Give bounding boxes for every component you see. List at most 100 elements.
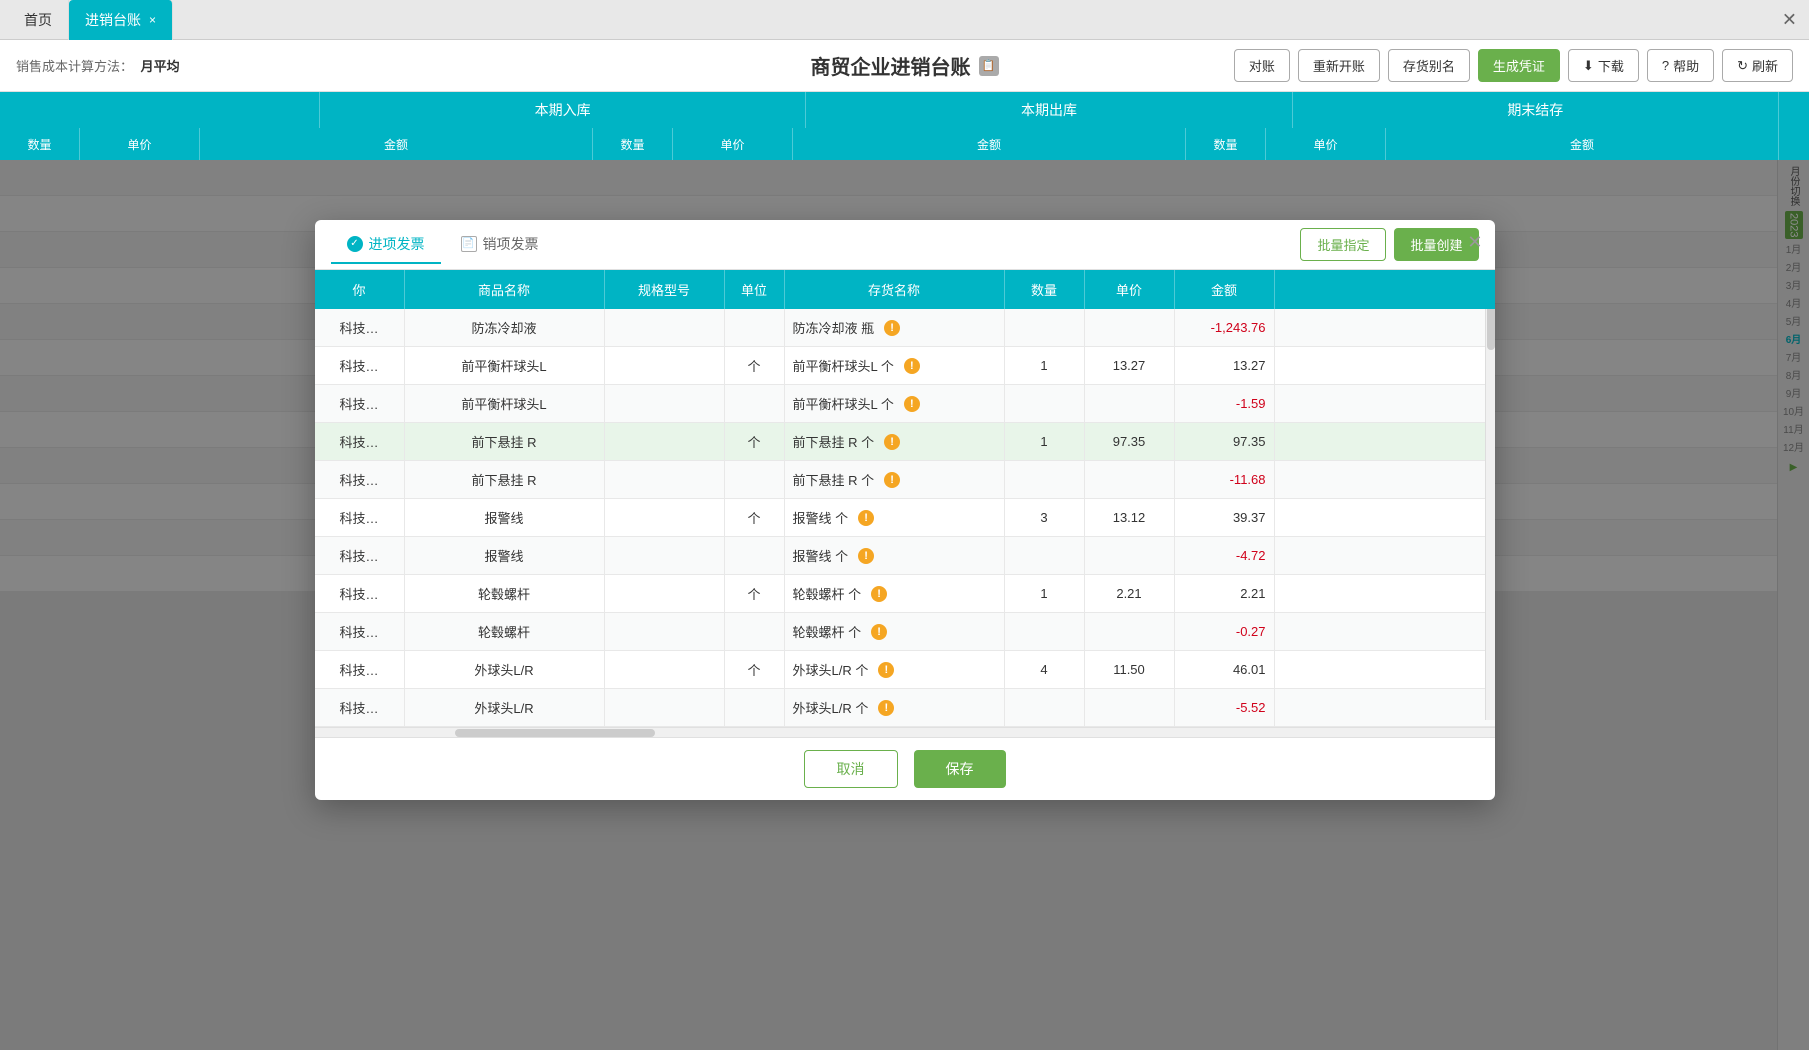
cell-qty [1005,461,1085,498]
download-button[interactable]: ⬇ 下载 [1568,49,1639,82]
cost-method-label: 销售成本计算方法： [16,59,133,74]
table-row: 科技… 前平衡杆球头L 前平衡杆球头L 个 ! -1.59 [315,385,1495,423]
outbound-invoice-icon: 📄 [461,236,477,252]
tab-home[interactable]: 首页 [8,0,69,40]
cell-unit [725,385,785,422]
batch-assign-button[interactable]: 批量指定 [1300,228,1386,261]
duizhang-button[interactable]: 对账 [1234,49,1290,82]
subheader-amount1: 金额 [793,128,1186,160]
cell-inventory: 轮毂螺杆 个 ! [785,613,1005,650]
cell-price: 13.12 [1085,499,1175,536]
cost-method-value: 月平均 [141,59,180,74]
cell-col1: 科技… [315,347,405,384]
col-header-spec: 规格型号 [605,270,725,309]
dialog-vertical-scrollbar[interactable] [1485,270,1495,720]
cell-goods-name: 前平衡杆球头L [405,385,605,422]
dialog-header: ✓ 进项发票 📄 销项发票 批量指定 批量创建 [315,220,1495,270]
table-row: 科技… 轮毂螺杆 个 轮毂螺杆 个 ! 1 2.21 2.21 [315,575,1495,613]
cell-qty [1005,689,1085,726]
cancel-button[interactable]: 取消 [804,750,898,788]
warn-icon: ! [884,472,900,488]
warn-icon: ! [878,700,894,716]
cell-unit [725,613,785,650]
cell-spec [605,575,725,612]
help-button[interactable]: ? 帮助 [1647,49,1714,82]
dialog-scrollbar-thumb[interactable] [455,729,655,737]
cell-goods-name: 报警线 [405,499,605,536]
cell-qty: 1 [1005,423,1085,460]
cell-spec [605,309,725,346]
subheader-amount2: 金额 [1386,128,1779,160]
cell-goods-name: 轮毂螺杆 [405,575,605,612]
col-header-price: 单价 [1085,270,1175,309]
cell-qty [1005,309,1085,346]
tab-inbound-label: 进项发票 [369,234,425,254]
cell-col1: 科技… [315,613,405,650]
title-doc-icon: 📋 [979,56,999,76]
cell-inventory: 报警线 个 ! [785,499,1005,536]
dialog-action-buttons: 批量指定 批量创建 [1300,228,1478,261]
col-header-you: 你 [315,270,405,309]
cell-price [1085,689,1175,726]
cell-qty [1005,537,1085,574]
table-row: 科技… 前平衡杆球头L 个 前平衡杆球头L 个 ! 1 13.27 13.27 [315,347,1495,385]
cell-price [1085,385,1175,422]
tab-ledger[interactable]: 进销台账 × [69,0,173,40]
inventory-alias-button[interactable]: 存货别名 [1388,49,1470,82]
header-sidebar-space [1779,92,1809,128]
reopen-button[interactable]: 重新开账 [1298,49,1380,82]
cost-method-area: 销售成本计算方法： 月平均 [16,56,180,75]
tab-outbound-label: 销项发票 [483,234,539,254]
cell-inventory: 前下悬挂 R 个 ! [785,423,1005,460]
cell-inventory: 报警线 个 ! [785,537,1005,574]
subheader-price2: 单价 [1266,128,1386,160]
cell-unit [725,461,785,498]
subheader-sidebar-space [1779,128,1809,160]
dialog-overlay: ✓ 进项发票 📄 销项发票 批量指定 批量创建 [0,160,1809,1050]
dialog-scrollbar[interactable] [315,727,1495,737]
cell-spec [605,347,725,384]
cell-goods-name: 前平衡杆球头L [405,347,605,384]
toolbar-buttons: 对账 重新开账 存货别名 生成凭证 ⬇ 下载 ? 帮助 ↻ 刷新 [1234,49,1793,82]
header-empty [0,92,320,128]
subheader-price1: 单价 [673,128,793,160]
warn-icon: ! [878,662,894,678]
tab-close-icon[interactable]: × [149,13,156,27]
header-ending: 期末结存 [1293,92,1779,128]
cell-amount: 39.37 [1175,499,1275,536]
inbound-invoice-icon: ✓ [347,236,363,252]
cell-qty: 1 [1005,347,1085,384]
warn-icon: ! [871,586,887,602]
cell-spec [605,461,725,498]
header-outbound: 本期出库 [806,92,1292,128]
cell-qty [1005,385,1085,422]
table-row: 科技… 报警线 报警线 个 ! -4.72 [315,537,1495,575]
cell-unit: 个 [725,423,785,460]
table-row: 科技… 防冻冷却液 防冻冷却液 瓶 ! -1,243.76 [315,309,1495,347]
cell-qty: 1 [1005,575,1085,612]
cell-col1: 科技… [315,499,405,536]
window-close-icon[interactable]: ✕ [1782,9,1797,30]
dialog-footer: 取消 保存 [315,737,1495,800]
cell-col1: 科技… [315,309,405,346]
tab-outbound-invoice[interactable]: 📄 销项发票 [445,226,555,264]
cell-unit [725,689,785,726]
cell-price: 11.50 [1085,651,1175,688]
save-button[interactable]: 保存 [914,750,1006,788]
col-header-goods-name: 商品名称 [405,270,605,309]
cell-spec [605,537,725,574]
warn-icon: ! [884,320,900,336]
warn-icon: ! [858,510,874,526]
generate-voucher-button[interactable]: 生成凭证 [1478,49,1560,82]
cell-unit: 个 [725,651,785,688]
dialog-close-button[interactable]: ✕ [1467,232,1482,253]
tab-inbound-invoice[interactable]: ✓ 进项发票 [331,226,441,264]
cell-amount: -11.68 [1175,461,1275,498]
cell-goods-name: 轮毂螺杆 [405,613,605,650]
cell-goods-name: 前下悬挂 R [405,423,605,460]
cell-price: 2.21 [1085,575,1175,612]
warn-icon: ! [858,548,874,564]
batch-create-button[interactable]: 批量创建 [1394,228,1478,261]
warn-icon: ! [884,434,900,450]
refresh-button[interactable]: ↻ 刷新 [1722,49,1793,82]
